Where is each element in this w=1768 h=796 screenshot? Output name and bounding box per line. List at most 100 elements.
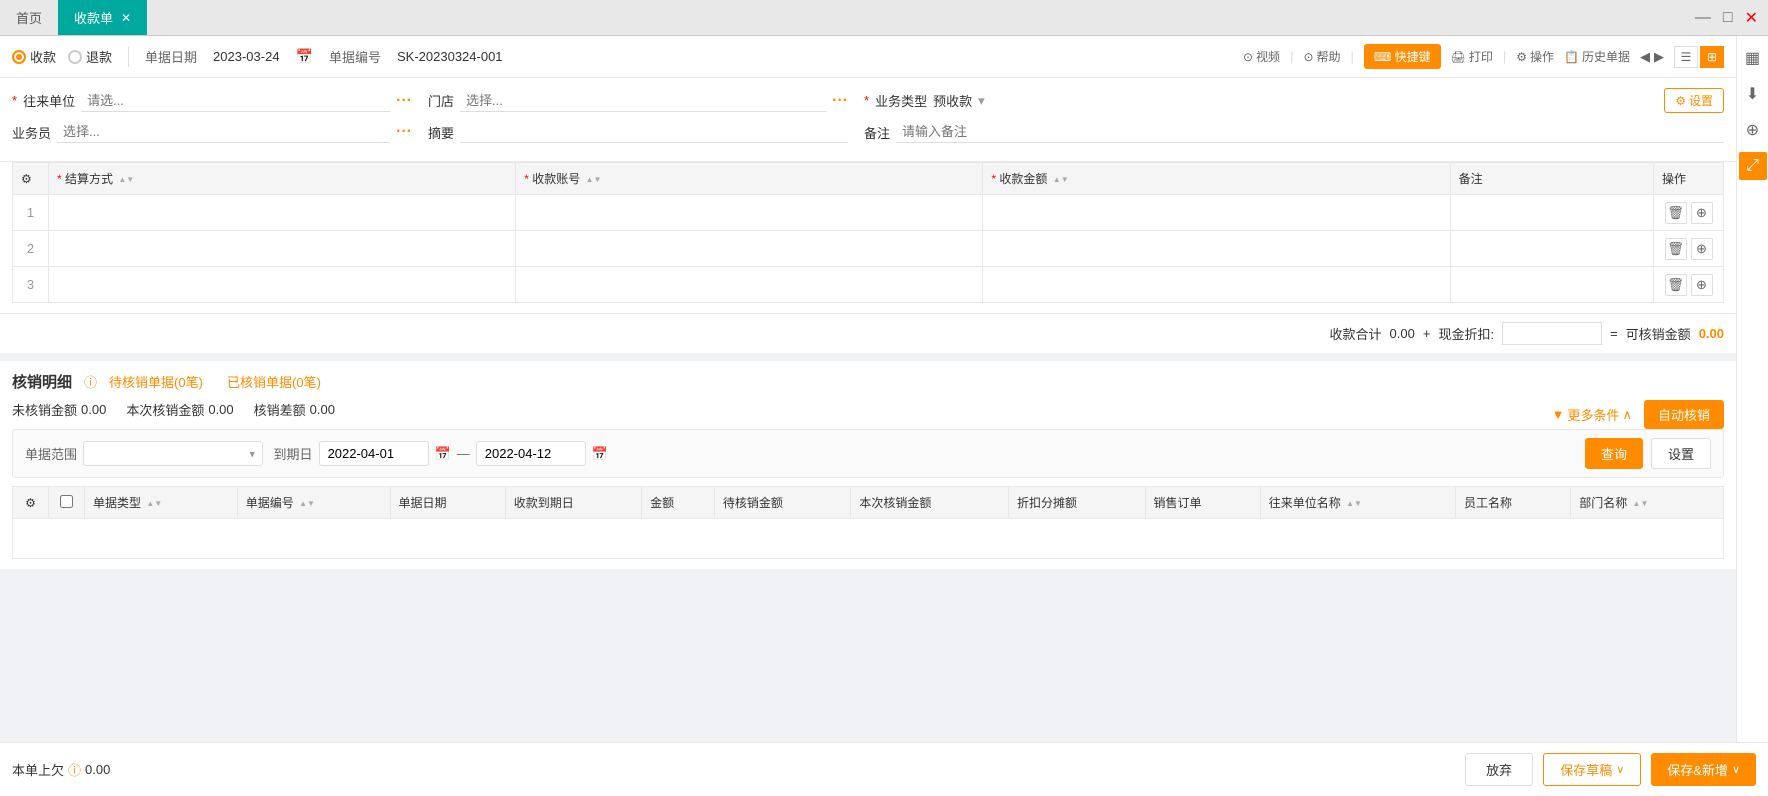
tab-receipt-close[interactable]: ✕ [121,11,131,25]
view-list-button[interactable]: ☰ [1674,46,1698,68]
bt-bill-no-sort: ▲▼ [299,500,315,508]
refund-radio[interactable]: 退款 [68,47,112,66]
recon-title: 核销明细 [12,371,72,392]
bt-settings-header[interactable]: ⚙ [13,487,49,519]
date-from-input[interactable] [319,441,429,466]
store-more-button[interactable]: ··· [832,92,848,110]
remark-input[interactable] [896,121,1724,143]
filter-setting-button[interactable]: 设置 [1651,438,1711,469]
date-to-input[interactable] [476,441,586,466]
auto-recon-button[interactable]: 自动核销 [1644,400,1724,429]
row3-settle-method[interactable] [49,267,516,303]
nav-next[interactable]: ▶ [1654,49,1664,65]
row3-copy-button[interactable]: ⊕ [1691,274,1713,296]
net-amount-label: 可核销金额 [1626,324,1691,343]
counterparty-more-button[interactable]: ··· [396,92,412,110]
biz-type-label: 业务类型 [875,91,927,110]
diff-label: 核销差额 [254,400,306,419]
row3-receipt-account[interactable] [516,267,983,303]
save-draft-button[interactable]: 保存草稿 ∨ [1543,753,1641,786]
maximize-button[interactable]: □ [1723,9,1733,27]
bill-date-icon[interactable]: 📅 [296,48,313,65]
completed-tab[interactable]: 已核销单据(0笔) [227,372,321,391]
cash-discount-input[interactable] [1502,322,1602,345]
row2-delete-button[interactable]: 🗑 [1665,238,1687,260]
import-icon[interactable]: ⬇ [1739,80,1767,108]
row1-remark[interactable] [1450,195,1653,231]
save-new-button[interactable]: 保存&新增 ∨ [1651,753,1756,786]
link-icon[interactable]: ⊕ [1739,116,1767,144]
counterparty-input[interactable] [81,90,390,112]
bill-date-label: 单据日期 [145,47,197,66]
row1-receipt-account[interactable] [516,195,983,231]
col-receipt-amount-header: * 收款金额 ▲▼ [983,163,1450,195]
recon-stats-row: 未核销金额 0.00 本次核销金额 0.00 核销差额 0.00 ▼ [12,400,1724,429]
abandon-button[interactable]: 放弃 [1465,753,1533,786]
tab-receipt[interactable]: 收款单 ✕ [58,0,147,35]
bt-current-recon-header: 本次核销金额 [851,487,1009,519]
this-order-info-icon[interactable]: ⓘ [68,760,81,779]
staff-input[interactable] [57,121,390,143]
range-label: 单据范围 [25,444,77,463]
pending-tab[interactable]: 待核销单据(0笔) [109,372,203,391]
query-button[interactable]: 查询 [1585,438,1643,469]
recon-info-icon[interactable]: ⓘ [84,372,97,391]
shortcut-button[interactable]: ⌨ 快捷键 [1364,44,1441,69]
row2-receipt-account[interactable] [516,231,983,267]
row2-receipt-amount[interactable] [983,231,1450,267]
cal-icon-to[interactable]: 📅 [592,446,608,462]
table-icon[interactable]: ▦ [1739,44,1767,72]
row1-delete-button[interactable]: 🗑 [1665,202,1687,224]
range-select[interactable] [83,441,263,466]
row1-receipt-amount[interactable] [983,195,1450,231]
row3-remark[interactable] [1450,267,1653,303]
expand-icon[interactable]: ⤢ [1739,152,1767,180]
view-grid-button[interactable]: ⊞ [1700,46,1724,68]
current-stat: 本次核销金额 0.00 [126,400,233,419]
row3-delete-button[interactable]: 🗑 [1665,274,1687,296]
row1-settle-method[interactable] [49,195,516,231]
history-link[interactable]: 📋 历史单据 [1564,48,1630,65]
receipt-radio[interactable]: 收款 [12,47,56,66]
settings-button[interactable]: ⚙ 设置 [1664,88,1724,113]
row2-remark[interactable] [1450,231,1653,267]
tab-bar: 首页 收款单 ✕ — □ ✕ [0,0,1768,36]
row1-copy-button[interactable]: ⊕ [1691,202,1713,224]
row2-settle-method[interactable] [49,231,516,267]
video-link[interactable]: ⊙ 视频 [1243,48,1280,65]
range-select-wrap [83,441,263,466]
biz-type-arrow[interactable]: ▾ [978,93,985,109]
col-op-header: 操作 [1654,163,1724,195]
save-draft-arrow: ∨ [1616,763,1624,776]
bt-staff-header: 员工名称 [1455,487,1570,519]
col-settings-header[interactable]: ⚙ [13,163,49,195]
diff-stat: 核销差额 0.00 [254,400,335,419]
form-section: * 往来单位 ··· 门店 ··· * 业务类型 预收款 ▾ ⚙ [0,78,1736,162]
cal-icon-from[interactable]: 📅 [435,446,451,462]
close-button[interactable]: ✕ [1745,8,1758,28]
row-num-1: 1 [13,195,49,231]
footer-info: 本单上欠 ⓘ 0.00 [12,760,110,779]
col-settings-icon: ⚙ [21,172,32,186]
summary-input[interactable] [460,121,848,143]
minimize-button[interactable]: — [1695,9,1711,27]
row1-op: 🗑 ⊕ [1654,195,1724,231]
tab-home[interactable]: 首页 [0,0,58,35]
staff-more-button[interactable]: ··· [396,123,412,141]
operate-icon: ⚙ [1516,50,1527,64]
toolbar-actions: ⊙ 视频 | ⊙ 帮助 | ⌨ 快捷键 🖨 打印 | [1243,44,1724,69]
row3-receipt-amount[interactable] [983,267,1450,303]
bt-checkbox-header[interactable] [49,487,85,519]
row3-op: 🗑 ⊕ [1654,267,1724,303]
col-remark-header: 备注 [1450,163,1653,195]
operate-link[interactable]: ⚙ 操作 [1516,48,1554,65]
col-account-sort: ▲▼ [586,176,602,184]
help-link[interactable]: ⊙ 帮助 [1303,48,1340,65]
print-link[interactable]: 🖨 打印 [1451,48,1493,65]
store-input[interactable] [460,90,826,112]
bt-select-all[interactable] [60,495,73,508]
more-conditions-button[interactable]: ▼ 更多条件 ∧ [1552,405,1632,424]
recon-stats: 未核销金额 0.00 本次核销金额 0.00 核销差额 0.00 [12,400,335,419]
nav-prev[interactable]: ◀ [1640,49,1650,65]
row2-copy-button[interactable]: ⊕ [1691,238,1713,260]
